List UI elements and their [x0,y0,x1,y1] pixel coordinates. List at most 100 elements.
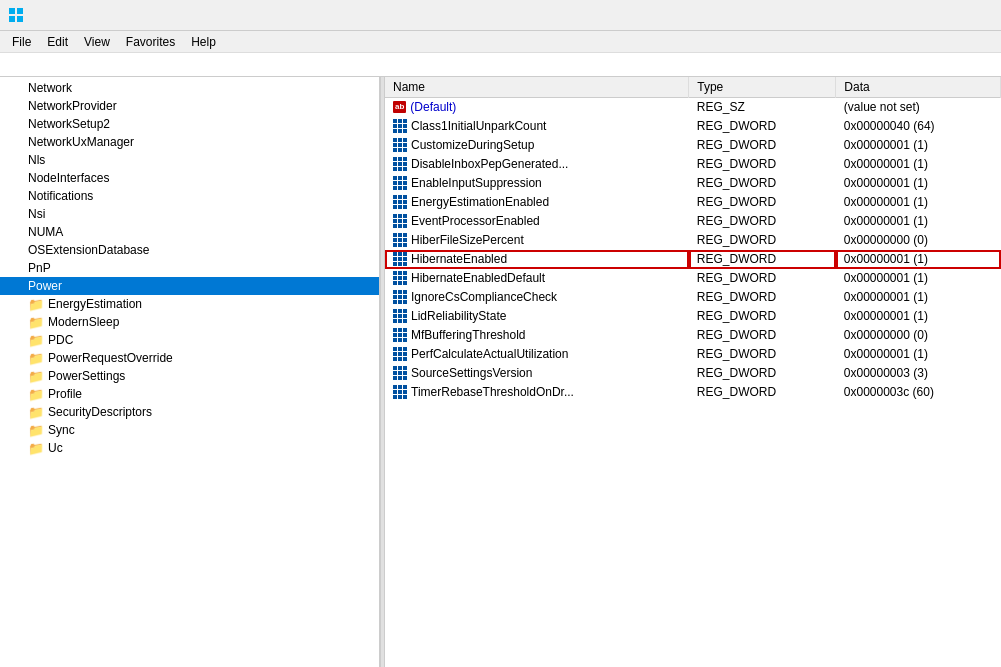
tree-item[interactable]: NetworkProvider [0,97,379,115]
tree-item-label: SecurityDescriptors [48,405,152,419]
tree-item-label: Sync [48,423,75,437]
table-row[interactable]: CustomizeDuringSetupREG_DWORD0x00000001 … [385,136,1001,155]
tree-item[interactable]: 📁 ModernSleep [0,313,379,331]
table-row[interactable]: MfBufferingThresholdREG_DWORD0x00000000 … [385,326,1001,345]
tree-item[interactable]: PnP [0,259,379,277]
table-row[interactable]: DisableInboxPepGenerated...REG_DWORD0x00… [385,155,1001,174]
folder-icon: 📁 [28,297,44,312]
table-row[interactable]: HibernateEnabledREG_DWORD0x00000001 (1) [385,250,1001,269]
table-row[interactable]: PerfCalculateActualUtilizationREG_DWORD0… [385,345,1001,364]
tree-item-label: Network [28,81,72,95]
cell-data: 0x00000001 (1) [836,212,1001,231]
tree-item[interactable]: Nls [0,151,379,169]
reg-name: Class1InitialUnparkCount [411,119,546,133]
folder-icon: 📁 [28,405,44,420]
cell-name: Class1InitialUnparkCount [385,117,689,136]
reg-dword-icon [393,195,407,209]
table-row[interactable]: Class1InitialUnparkCountREG_DWORD0x00000… [385,117,1001,136]
tree-item[interactable]: 📁 PowerRequestOverride [0,349,379,367]
tree-item[interactable]: OSExtensionDatabase [0,241,379,259]
folder-icon: 📁 [28,351,44,366]
tree-panel[interactable]: Network NetworkProvider NetworkSetup2 Netwo… [0,77,380,667]
svg-rect-0 [9,8,15,14]
reg-dword-icon [393,385,407,399]
table-row[interactable]: LidReliabilityStateREG_DWORD0x00000001 (… [385,307,1001,326]
tree-item[interactable]: 📁 Uc [0,439,379,457]
main-area: Network NetworkProvider NetworkSetup2 Netwo… [0,77,1001,667]
tree-item[interactable]: 📁 SecurityDescriptors [0,403,379,421]
tree-item-label: PowerRequestOverride [48,351,173,365]
table-row[interactable]: EnergyEstimationEnabledREG_DWORD0x000000… [385,193,1001,212]
column-header-type[interactable]: Type [689,77,836,98]
cell-type: REG_DWORD [689,174,836,193]
cell-data: 0x00000001 (1) [836,307,1001,326]
cell-type: REG_SZ [689,98,836,117]
app-icon [8,7,24,23]
cell-name: EventProcessorEnabled [385,212,689,231]
reg-name: SourceSettingsVersion [411,366,532,380]
tree-item-label: Uc [48,441,63,455]
reg-dword-icon [393,271,407,285]
tree-item[interactable]: NUMA [0,223,379,241]
table-row[interactable]: IgnoreCsComplianceCheckREG_DWORD0x000000… [385,288,1001,307]
reg-dword-icon [393,157,407,171]
tree-item[interactable]: NetworkUxManager [0,133,379,151]
menu-item-favorites[interactable]: Favorites [118,33,183,51]
cell-name: LidReliabilityState [385,307,689,326]
cell-name: HibernateEnabledDefault [385,269,689,288]
reg-sz-icon: ab [393,101,406,113]
reg-dword-icon [393,347,407,361]
tree-item-label: NetworkSetup2 [28,117,110,131]
table-row[interactable]: HiberFileSizePercentREG_DWORD0x00000000 … [385,231,1001,250]
tree-item[interactable]: Notifications [0,187,379,205]
tree-item[interactable]: Nsi [0,205,379,223]
tree-item[interactable]: 📁 PDC [0,331,379,349]
cell-data: 0x00000001 (1) [836,345,1001,364]
titlebar [0,0,1001,31]
table-row[interactable]: SourceSettingsVersionREG_DWORD0x00000003… [385,364,1001,383]
tree-item-label: NUMA [28,225,63,239]
reg-dword-icon [393,252,407,266]
tree-item[interactable]: 📁 EnergyEstimation [0,295,379,313]
table-row[interactable]: ab (Default) REG_SZ(value not set) [385,98,1001,117]
reg-dword-icon [393,214,407,228]
tree-item[interactable]: Power [0,277,379,295]
reg-name: (Default) [410,100,456,114]
cell-data: 0x00000040 (64) [836,117,1001,136]
menu-item-help[interactable]: Help [183,33,224,51]
tree-item[interactable]: Network [0,79,379,97]
reg-name: HibernateEnabled [411,252,507,266]
reg-name: MfBufferingThreshold [411,328,526,342]
reg-name: EventProcessorEnabled [411,214,540,228]
cell-data: 0x00000001 (1) [836,136,1001,155]
tree-item[interactable]: 📁 Sync [0,421,379,439]
tree-item-label: Nsi [28,207,45,221]
column-header-data[interactable]: Data [836,77,1001,98]
tree-item-label: Profile [48,387,82,401]
cell-data: 0x00000001 (1) [836,174,1001,193]
tree-item-label: OSExtensionDatabase [28,243,149,257]
cell-data: (value not set) [836,98,1001,117]
menu-item-file[interactable]: File [4,33,39,51]
reg-name: IgnoreCsComplianceCheck [411,290,557,304]
menu-item-view[interactable]: View [76,33,118,51]
table-row[interactable]: TimerRebaseThresholdOnDr...REG_DWORD0x00… [385,383,1001,402]
value-panel[interactable]: NameTypeData ab (Default) REG_SZ(value not… [385,77,1001,667]
tree-item[interactable]: NodeInterfaces [0,169,379,187]
tree-item[interactable]: NetworkSetup2 [0,115,379,133]
tree-item[interactable]: 📁 PowerSettings [0,367,379,385]
cell-name: EnableInputSuppression [385,174,689,193]
folder-icon: 📁 [28,387,44,402]
table-row[interactable]: HibernateEnabledDefaultREG_DWORD0x000000… [385,269,1001,288]
table-row[interactable]: EventProcessorEnabledREG_DWORD0x00000001… [385,212,1001,231]
table-row[interactable]: EnableInputSuppressionREG_DWORD0x0000000… [385,174,1001,193]
cell-name: SourceSettingsVersion [385,364,689,383]
reg-name: TimerRebaseThresholdOnDr... [411,385,574,399]
column-header-name[interactable]: Name [385,77,689,98]
svg-rect-2 [9,16,15,22]
menu-item-edit[interactable]: Edit [39,33,76,51]
cell-type: REG_DWORD [689,269,836,288]
tree-item[interactable]: 📁 Profile [0,385,379,403]
svg-rect-3 [17,16,23,22]
cell-type: REG_DWORD [689,345,836,364]
